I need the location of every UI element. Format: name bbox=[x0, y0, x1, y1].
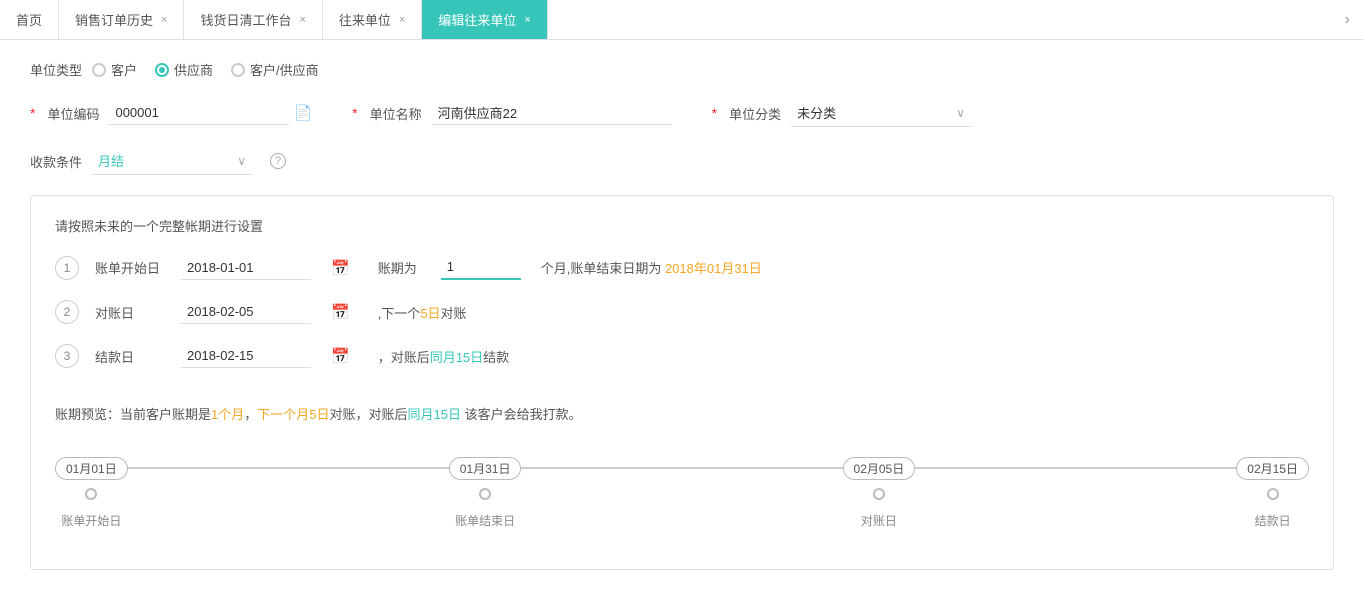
radio-customer[interactable]: 客户 bbox=[92, 60, 137, 79]
step-desc-2: ,下一个5日对账 bbox=[378, 303, 467, 322]
unit-type-radio-group: 客户 供应商 客户/供应商 bbox=[92, 60, 319, 79]
timeline-nodes: 01月01日 账单开始日 01月31日 账单结束日 02月05日 对账日 02月… bbox=[55, 457, 1309, 529]
section-title: 请按照未来的一个完整帐期进行设置 bbox=[55, 216, 1309, 235]
node-label-0: 账单开始日 bbox=[61, 512, 121, 529]
help-icon[interactable]: ? bbox=[270, 153, 286, 169]
tab-close-partner-units[interactable]: × bbox=[399, 14, 405, 26]
payment-terms-label: 收款条件 bbox=[30, 152, 82, 171]
timeline-node-0: 01月01日 账单开始日 bbox=[55, 457, 128, 529]
unit-code-label: 单位编码 bbox=[47, 104, 99, 123]
unit-info-row: * 单位编码 📄 * 单位名称 * 单位分类 未分类 ∨ bbox=[30, 99, 1334, 127]
unit-category-dropdown[interactable]: 未分类 ∨ bbox=[791, 99, 971, 127]
tab-edit-partner[interactable]: 编辑往来单位× bbox=[422, 0, 547, 39]
unit-category-value: 未分类 bbox=[797, 103, 950, 122]
tab-close-edit-partner[interactable]: × bbox=[524, 14, 530, 26]
cat-required-star: * bbox=[712, 105, 717, 121]
step-label-2: 对账日 bbox=[95, 303, 165, 322]
radio-supplier[interactable]: 供应商 bbox=[155, 60, 213, 79]
step-desc-3: ，对账后同月15日结款 bbox=[378, 347, 510, 366]
radio-label-customer: 客户 bbox=[111, 60, 137, 79]
step-period-unit-1: 个月,账单结束日期为 2018年01月31日 bbox=[541, 258, 762, 277]
node-circle-0 bbox=[85, 488, 97, 500]
node-date-2: 02月05日 bbox=[843, 457, 916, 480]
period-section: 请按照未来的一个完整帐期进行设置 1 账单开始日 📅 账期为 个月,账单结束日期… bbox=[30, 195, 1334, 570]
node-circle-3 bbox=[1267, 488, 1279, 500]
payment-terms-row: 收款条件 月结 ∨ ? bbox=[30, 147, 1334, 175]
step-date-input-1[interactable] bbox=[181, 256, 311, 280]
step-date-input-3[interactable] bbox=[181, 344, 311, 368]
payment-terms-value: 月结 bbox=[98, 151, 231, 170]
steps-container: 1 账单开始日 📅 账期为 个月,账单结束日期为 2018年01月31日 2 对… bbox=[55, 255, 1309, 368]
calendar-icon-1[interactable]: 📅 bbox=[331, 259, 350, 277]
tab-close-cash-workbench[interactable]: × bbox=[299, 14, 305, 26]
tab-partner-units[interactable]: 往来单位× bbox=[323, 0, 422, 39]
calendar-icon-3[interactable]: 📅 bbox=[331, 347, 350, 365]
tabs-bar: 首页销售订单历史×钱货日清工作台×往来单位×编辑往来单位× › bbox=[0, 0, 1364, 40]
preview-hl1: 1个月 bbox=[211, 407, 244, 422]
timeline-node-1: 01月31日 账单结束日 bbox=[449, 457, 522, 529]
radio-both[interactable]: 客户/供应商 bbox=[231, 60, 319, 79]
page-content: 单位类型 客户 供应商 客户/供应商 * 单位编码 📄 * 单位名称 * 单位分类 … bbox=[0, 40, 1364, 610]
step-row-3: 3 结款日 📅 ，对账后同月15日结款 bbox=[55, 344, 1309, 368]
step-row-2: 2 对账日 📅 ,下一个5日对账 bbox=[55, 300, 1309, 324]
node-label-3: 结款日 bbox=[1255, 512, 1291, 529]
code-required-star: * bbox=[30, 105, 35, 121]
step-period-label-1: 账期为 bbox=[378, 258, 417, 277]
payment-terms-dropdown[interactable]: 月结 ∨ bbox=[92, 147, 252, 175]
step-date-input-2[interactable] bbox=[181, 300, 311, 324]
tab-home[interactable]: 首页 bbox=[0, 0, 59, 39]
node-circle-1 bbox=[479, 488, 491, 500]
node-date-1: 01月31日 bbox=[449, 457, 522, 480]
radio-label-supplier: 供应商 bbox=[174, 60, 213, 79]
node-label-1: 账单结束日 bbox=[455, 512, 515, 529]
radio-circle-both bbox=[231, 63, 245, 77]
unit-name-input[interactable] bbox=[432, 101, 672, 125]
radio-label-both: 客户/供应商 bbox=[250, 60, 319, 79]
step-row-1: 1 账单开始日 📅 账期为 个月,账单结束日期为 2018年01月31日 bbox=[55, 255, 1309, 280]
unit-type-row: 单位类型 客户 供应商 客户/供应商 bbox=[30, 60, 1334, 79]
name-required-star: * bbox=[352, 105, 357, 121]
unit-name-label: 单位名称 bbox=[370, 104, 422, 123]
tab-more-button[interactable]: › bbox=[1331, 0, 1364, 39]
step-period-input[interactable] bbox=[441, 255, 521, 280]
unit-category-label: 单位分类 bbox=[729, 104, 781, 123]
tab-close-sales-history[interactable]: × bbox=[161, 14, 167, 26]
tab-cash-workbench[interactable]: 钱货日清工作台× bbox=[184, 0, 322, 39]
step-label-3: 结款日 bbox=[95, 347, 165, 366]
timeline-wrap: 01月01日 账单开始日 01月31日 账单结束日 02月05日 对账日 02月… bbox=[55, 447, 1309, 549]
category-arrow-icon: ∨ bbox=[956, 106, 965, 120]
step-num-2: 2 bbox=[55, 300, 79, 324]
node-circle-2 bbox=[873, 488, 885, 500]
calendar-icon-2[interactable]: 📅 bbox=[331, 303, 350, 321]
unit-name-wrap bbox=[432, 101, 672, 125]
node-date-0: 01月01日 bbox=[55, 457, 128, 480]
radio-circle-supplier bbox=[155, 63, 169, 77]
step-num-1: 1 bbox=[55, 256, 79, 280]
unit-code-icon[interactable]: 📄 bbox=[293, 104, 312, 122]
radio-dot-supplier bbox=[159, 67, 165, 73]
unit-code-wrap: 📄 bbox=[109, 101, 312, 125]
node-label-2: 对账日 bbox=[861, 512, 897, 529]
radio-circle-customer bbox=[92, 63, 106, 77]
unit-type-label: 单位类型 bbox=[30, 60, 82, 79]
unit-code-input[interactable] bbox=[109, 101, 289, 125]
step-num-3: 3 bbox=[55, 344, 79, 368]
preview-hl3: 同月15日 bbox=[408, 407, 461, 422]
preview-text: 账期预览：当前客户账期是1个月，下一个月5日对账，对账后同月15日 该客户会给我… bbox=[55, 388, 1309, 423]
step-label-1: 账单开始日 bbox=[95, 258, 165, 277]
timeline-node-2: 02月05日 对账日 bbox=[843, 457, 916, 529]
preview-hl2: 下一个月5日 bbox=[257, 407, 329, 422]
tab-sales-history[interactable]: 销售订单历史× bbox=[59, 0, 184, 39]
node-date-3: 02月15日 bbox=[1236, 457, 1309, 480]
timeline-node-3: 02月15日 结款日 bbox=[1236, 457, 1309, 529]
payment-terms-arrow-icon: ∨ bbox=[237, 154, 246, 168]
